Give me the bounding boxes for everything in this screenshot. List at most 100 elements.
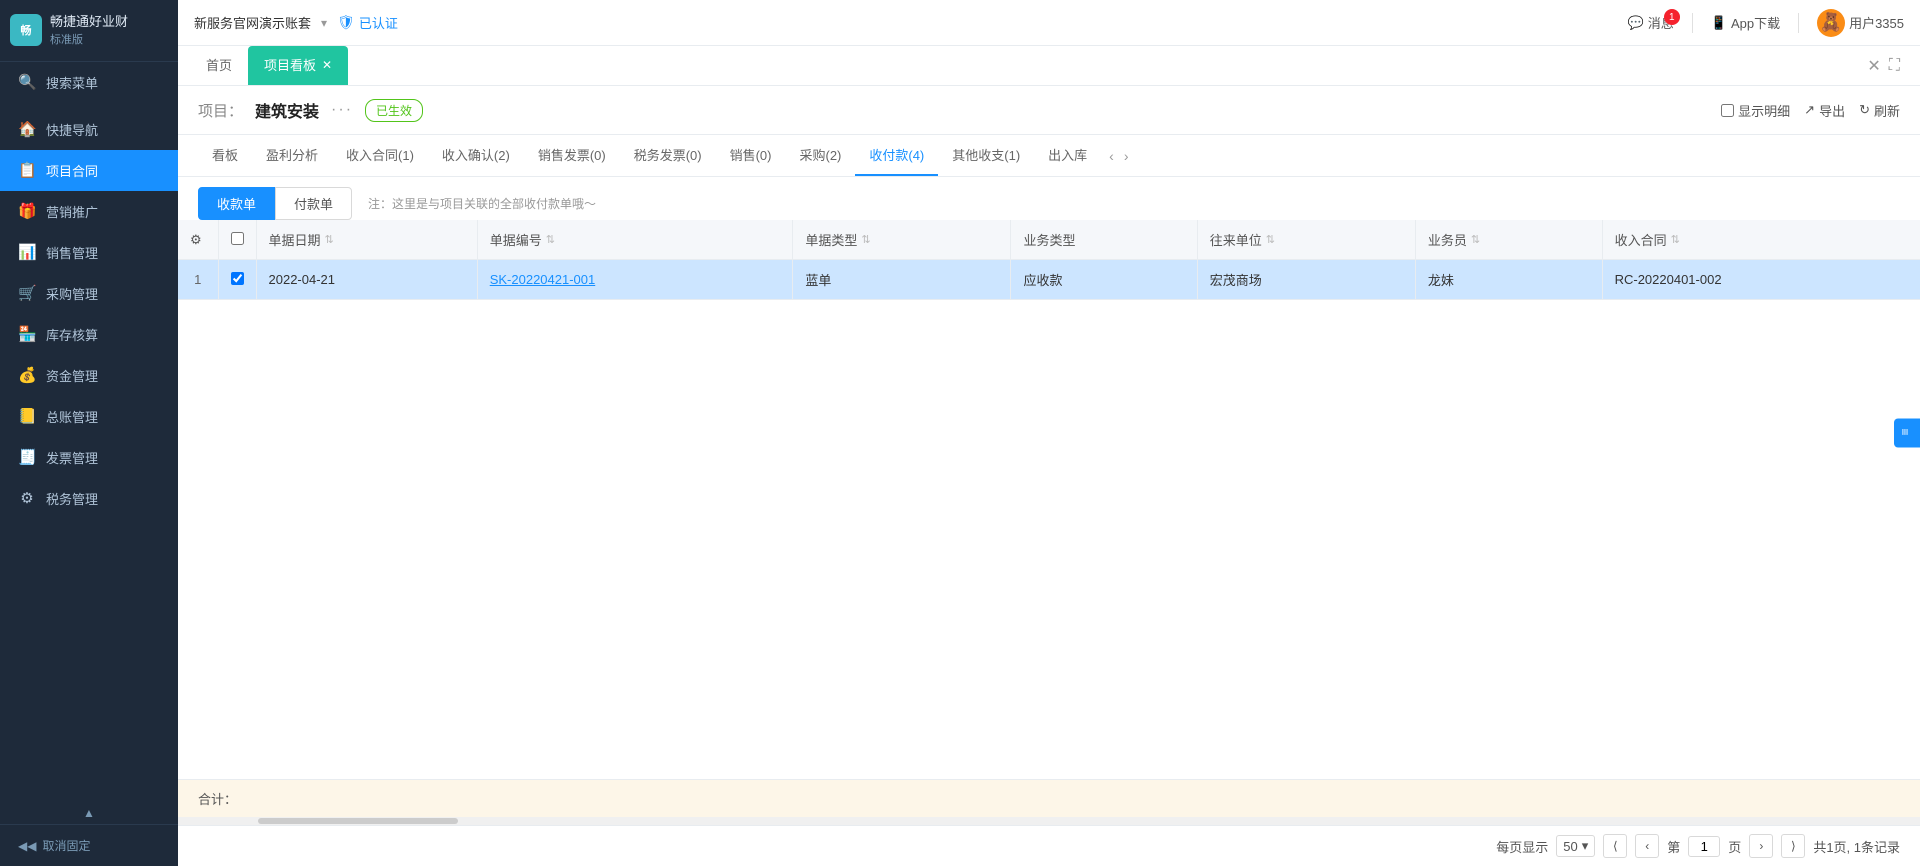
search-menu-item[interactable]: 🔍 搜索菜单	[0, 62, 178, 103]
inner-tab-payment[interactable]: 付款单	[275, 187, 352, 220]
refresh-button[interactable]: ↻ 刷新	[1859, 101, 1900, 120]
subtab-sales-invoice[interactable]: 销售发票(0)	[524, 135, 620, 176]
sidebar-item-2[interactable]: 🎁 营销推广	[0, 191, 178, 232]
sidebar-item-label-9: 税务管理	[46, 489, 98, 508]
sidebar-item-label-0: 快捷导航	[46, 120, 98, 139]
more-options-icon[interactable]: ···	[331, 101, 353, 119]
sort-salesperson-icon[interactable]: ⇅	[1471, 233, 1480, 246]
search-icon: 🔍	[18, 73, 36, 91]
next-page-button[interactable]: ›	[1749, 834, 1773, 858]
maximize-window-icon[interactable]: ⛶	[1889, 57, 1900, 75]
th-type[interactable]: 单据类型 ⇅	[793, 220, 1011, 260]
sidebar-item-icon-5: 🏪	[18, 325, 36, 343]
subtab-purchase[interactable]: 采购(2)	[785, 135, 855, 176]
show-detail-checkbox[interactable]: 显示明细	[1721, 101, 1790, 120]
row-checkbox-0[interactable]	[231, 272, 244, 285]
account-name: 新服务官网演示账套	[194, 13, 311, 32]
first-page-button[interactable]: ⟨	[1603, 834, 1627, 858]
subtab-kanban[interactable]: 看板	[198, 135, 252, 176]
td-number-0[interactable]: SK-20220421-001	[477, 260, 793, 300]
th-date-label: 单据日期	[269, 230, 321, 249]
subtab-income-confirm[interactable]: 收入确认(2)	[428, 135, 524, 176]
app-logo: 畅	[10, 14, 42, 46]
subtab-tax-invoice[interactable]: 税务发票(0)	[620, 135, 716, 176]
subtab-in-out[interactable]: 出入库	[1034, 135, 1101, 176]
next-page-icon: ›	[1759, 839, 1763, 853]
th-partner[interactable]: 往来单位 ⇅	[1197, 220, 1415, 260]
sidebar: 畅 畅捷通好业财 标准版 🔍 搜索菜单 🏠 快捷导航 📋 项目合同 🎁 营销推广…	[0, 0, 178, 866]
cancel-pin-footer[interactable]: ◀◀ 取消固定	[0, 824, 178, 866]
tab-home[interactable]: 首页	[190, 46, 248, 85]
settings-icon[interactable]: ⚙	[190, 232, 202, 247]
divider-2	[1798, 13, 1799, 33]
scrollbar-thumb[interactable]	[258, 818, 458, 824]
sidebar-item-8[interactable]: 🧾 发票管理	[0, 437, 178, 478]
td-biz-type-0: 应收款	[1011, 260, 1197, 300]
subtabs-nav: ‹ ›	[1105, 148, 1132, 164]
th-date[interactable]: 单据日期 ⇅	[256, 220, 477, 260]
table-header-row: ⚙ 单据日期 ⇅ 单据编号	[178, 220, 1920, 260]
subtab-payment[interactable]: 收付款(4)	[855, 135, 938, 176]
page-size-select[interactable]: 50 ▾	[1556, 835, 1595, 857]
app-edition: 标准版	[50, 31, 128, 47]
sidebar-item-3[interactable]: 📊 销售管理	[0, 232, 178, 273]
sort-type-icon[interactable]: ⇅	[861, 233, 870, 246]
sidebar-item-icon-7: 📒	[18, 407, 36, 425]
subtab-sales[interactable]: 销售(0)	[716, 135, 786, 176]
sidebar-item-5[interactable]: 🏪 库存核算	[0, 314, 178, 355]
th-checkbox	[218, 220, 256, 260]
sidebar-scroll-indicator: ▲	[0, 802, 178, 824]
sidebar-item-icon-9: ⚙	[18, 489, 36, 507]
app-download-button[interactable]: 📱 App下载	[1711, 13, 1780, 32]
td-type-0: 蓝单	[793, 260, 1011, 300]
sidebar-item-9[interactable]: ⚙ 税务管理	[0, 478, 178, 519]
subtab-other-income[interactable]: 其他收支(1)	[938, 135, 1034, 176]
sidebar-item-4[interactable]: 🛒 采购管理	[0, 273, 178, 314]
messages-button[interactable]: 💬 消息 1	[1628, 13, 1674, 32]
sidebar-item-label-1: 项目合同	[46, 161, 98, 180]
tab-project-board[interactable]: 项目看板 ✕	[248, 46, 348, 85]
prev-page-button[interactable]: ‹	[1635, 834, 1659, 858]
th-contract[interactable]: 收入合同 ⇅	[1602, 220, 1920, 260]
th-settings[interactable]: ⚙	[178, 220, 218, 260]
close-window-icon[interactable]: ✕	[1867, 56, 1880, 76]
th-salesperson[interactable]: 业务员 ⇅	[1415, 220, 1602, 260]
sidebar-item-1[interactable]: 📋 项目合同	[0, 150, 178, 191]
horizontal-scrollbar[interactable]	[178, 817, 1920, 825]
sidebar-item-0[interactable]: 🏠 快捷导航	[0, 109, 178, 150]
float-panel-toggle[interactable]: ≡	[1894, 418, 1920, 447]
sort-contract-icon[interactable]: ⇅	[1671, 233, 1680, 246]
last-page-button[interactable]: ⟩	[1781, 834, 1805, 858]
current-page-input[interactable]	[1688, 836, 1720, 857]
app-download-label: App下载	[1731, 13, 1780, 32]
select-all-checkbox[interactable]	[231, 232, 244, 245]
account-dropdown-icon[interactable]: ▾	[321, 16, 327, 30]
td-number-link-0[interactable]: SK-20220421-001	[490, 272, 596, 287]
export-button[interactable]: ↗ 导出	[1804, 101, 1845, 120]
total-label: 合计：	[198, 792, 237, 807]
divider-1	[1692, 13, 1693, 33]
user-menu-button[interactable]: 🧸 用户3355	[1817, 9, 1904, 37]
show-detail-input[interactable]	[1721, 104, 1734, 117]
subtab-next-icon[interactable]: ›	[1120, 148, 1133, 164]
content-area: 收款单 付款单 注：这里是与项目关联的全部收付款单哦～ ⚙	[178, 177, 1920, 866]
sort-partner-icon[interactable]: ⇅	[1266, 233, 1275, 246]
th-number[interactable]: 单据编号 ⇅	[477, 220, 793, 260]
inner-tab-receipt[interactable]: 收款单	[198, 187, 275, 220]
th-type-label: 单据类型	[805, 230, 857, 249]
td-salesperson-0: 龙妹	[1415, 260, 1602, 300]
page-label: 第	[1667, 837, 1680, 856]
scroll-up-icon[interactable]: ▲	[83, 806, 95, 820]
th-salesperson-label: 业务员	[1428, 230, 1467, 249]
last-page-icon: ⟩	[1791, 839, 1796, 853]
sort-number-icon[interactable]: ⇅	[546, 233, 555, 246]
subtab-income-contract[interactable]: 收入合同(1)	[332, 135, 428, 176]
subtab-prev-icon[interactable]: ‹	[1105, 148, 1118, 164]
sidebar-item-7[interactable]: 📒 总账管理	[0, 396, 178, 437]
sort-date-icon[interactable]: ⇅	[325, 233, 334, 246]
subtab-profit[interactable]: 盈利分析	[252, 135, 332, 176]
tab-close-icon[interactable]: ✕	[322, 58, 332, 72]
records-table: ⚙ 单据日期 ⇅ 单据编号	[178, 220, 1920, 300]
td-partner-0: 宏茂商场	[1197, 260, 1415, 300]
sidebar-item-6[interactable]: 💰 资金管理	[0, 355, 178, 396]
